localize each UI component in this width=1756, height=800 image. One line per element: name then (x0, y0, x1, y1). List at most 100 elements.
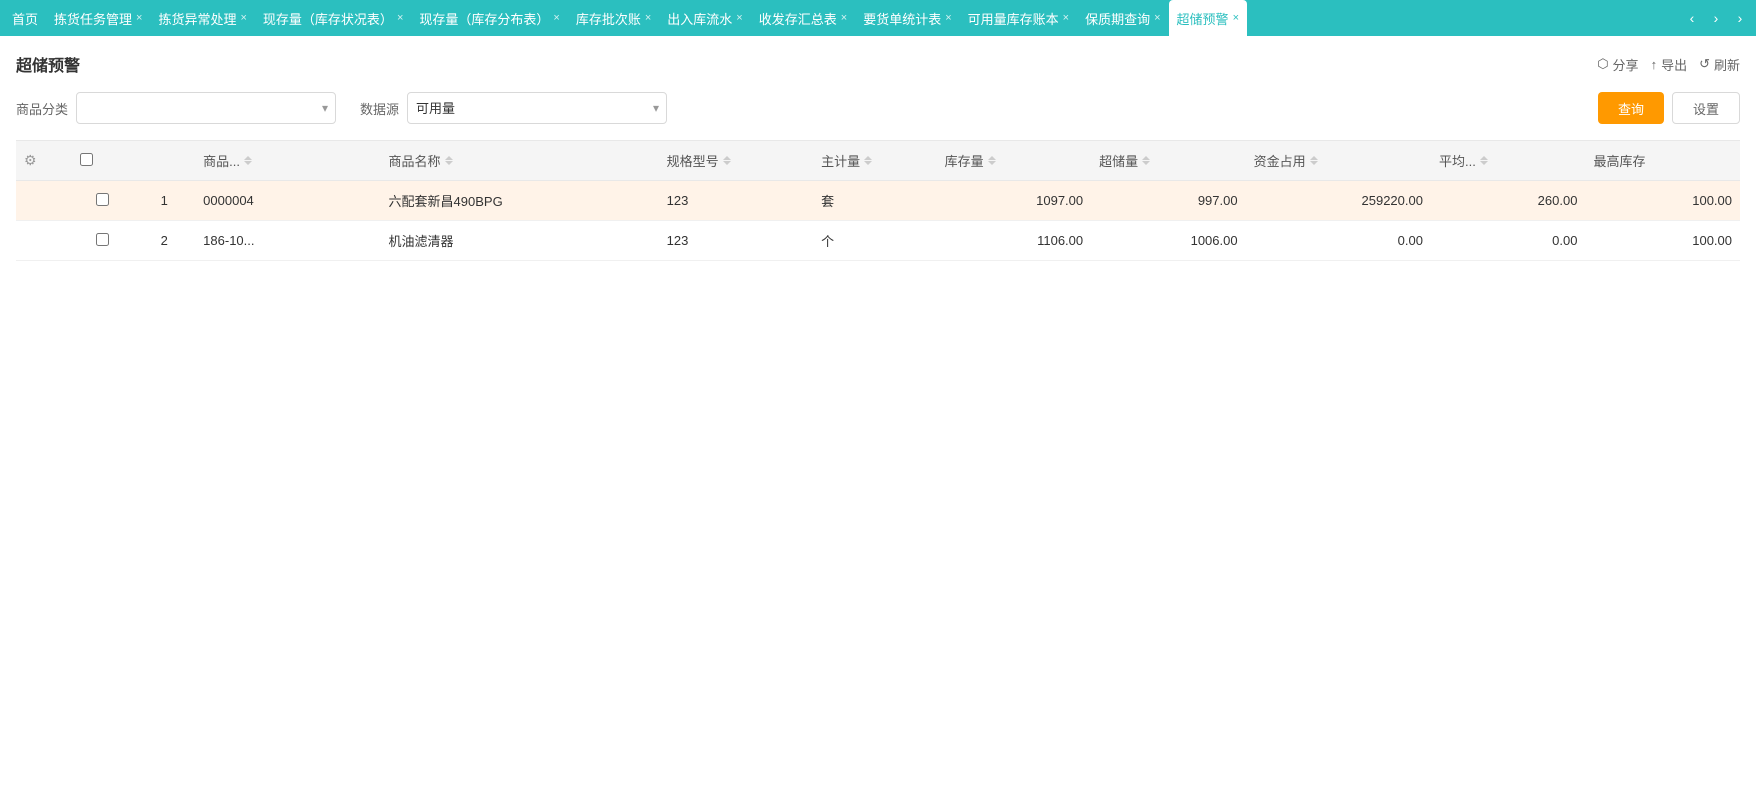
col-over-label: 超储量 (1099, 151, 1138, 170)
row-code: 0000004 (195, 181, 380, 221)
col-header-code[interactable]: 商品... (195, 141, 380, 181)
col-avg-sort-icon (1480, 156, 1488, 165)
datasource-filter-group: 数据源 可用量 ▾ (360, 92, 667, 124)
row-avg: 260.00 (1431, 181, 1585, 221)
row-avg: 0.00 (1431, 221, 1585, 261)
nav-batch[interactable]: 库存批次账 × (568, 0, 659, 36)
col-header-stock[interactable]: 库存量 (937, 141, 1091, 181)
nav-quality[interactable]: 保质期查询 × (1077, 0, 1168, 36)
col-unit-sort-icon (864, 156, 872, 165)
nav-overstock-label: 超储预警 (1177, 9, 1229, 28)
col-header-unit[interactable]: 主计量 (813, 141, 937, 181)
col-avg-label: 平均... (1439, 151, 1476, 170)
refresh-icon: ↺ (1699, 56, 1710, 72)
nav-order-stats-close[interactable]: × (945, 12, 951, 24)
nav-available[interactable]: 可用量库存账本 × (960, 0, 1077, 36)
col-spec-sort-icon (723, 156, 731, 165)
nav-inout[interactable]: 出入库流水 × (659, 0, 750, 36)
col-name-label: 商品名称 (389, 151, 441, 170)
header-actions: ⬡ 分享 ↑ 导出 ↺ 刷新 (1597, 55, 1740, 74)
nav-next-arrow[interactable]: › (1704, 0, 1728, 36)
nav-batch-close[interactable]: × (645, 12, 651, 24)
share-icon: ⬡ (1597, 56, 1608, 72)
nav-stock-dist-close[interactable]: × (553, 12, 559, 24)
nav-batch-label: 库存批次账 (576, 9, 641, 28)
nav-prev-arrow[interactable]: ‹ (1680, 0, 1704, 36)
col-capital-label: 资金占用 (1254, 151, 1306, 170)
nav-available-label: 可用量库存账本 (968, 9, 1059, 28)
datasource-filter-label: 数据源 (360, 99, 399, 118)
table-header-row: ⚙ 商品... 商品名称 (16, 141, 1740, 181)
category-filter-label: 商品分类 (16, 99, 68, 118)
col-stock-sort-icon (988, 156, 996, 165)
col-code-sort-icon (244, 156, 252, 165)
row-capital: 0.00 (1246, 221, 1431, 261)
nav-order-stats[interactable]: 要货单统计表 × (855, 0, 959, 36)
nav-inout-label: 出入库流水 (667, 9, 732, 28)
filter-actions: 查询 设置 (1598, 92, 1740, 124)
nav-exception[interactable]: 拣货异常处理 × (150, 0, 254, 36)
col-header-over[interactable]: 超储量 (1091, 141, 1245, 181)
nav-stock-dist[interactable]: 现存量（库存分布表） × (411, 0, 567, 36)
nav-stock-status[interactable]: 现存量（库存状况表） × (255, 0, 411, 36)
col-header-avg[interactable]: 平均... (1431, 141, 1585, 181)
row-setting-cell (16, 181, 72, 221)
select-all-checkbox[interactable] (80, 153, 93, 166)
share-button[interactable]: ⬡ 分享 (1597, 55, 1638, 74)
datasource-select[interactable]: 可用量 (407, 92, 667, 124)
nav-overstock[interactable]: 超储预警 × (1169, 0, 1247, 36)
col-header-name[interactable]: 商品名称 (381, 141, 659, 181)
row-stock: 1097.00 (937, 181, 1091, 221)
nav-task-mgmt[interactable]: 拣货任务管理 × (46, 0, 150, 36)
row-setting-cell (16, 221, 72, 261)
col-header-checkbox (72, 141, 134, 181)
row-over: 997.00 (1091, 181, 1245, 221)
col-header-num (133, 141, 195, 181)
col-header-spec[interactable]: 规格型号 (659, 141, 813, 181)
row-code: 186-10... (195, 221, 380, 261)
col-spec-label: 规格型号 (667, 151, 719, 170)
settings-button[interactable]: 设置 (1672, 92, 1740, 124)
col-header-setting: ⚙ (16, 141, 72, 181)
settings-gear-icon[interactable]: ⚙ (24, 152, 37, 168)
nav-stock-status-close[interactable]: × (397, 12, 403, 24)
nav-inout-close[interactable]: × (736, 12, 742, 24)
nav-task-mgmt-close[interactable]: × (136, 12, 142, 24)
col-header-maxstock[interactable]: 最高库存 (1585, 141, 1740, 181)
row-name: 机油滤清器 (381, 221, 659, 261)
row-spec: 123 (659, 181, 813, 221)
nav-stock-status-label: 现存量（库存状况表） (263, 9, 393, 28)
nav-quality-label: 保质期查询 (1085, 9, 1150, 28)
row-stock: 1106.00 (937, 221, 1091, 261)
nav-overstock-close[interactable]: × (1233, 12, 1239, 24)
nav-quality-close[interactable]: × (1154, 12, 1160, 24)
row-over: 1006.00 (1091, 221, 1245, 261)
refresh-button[interactable]: ↺ 刷新 (1699, 55, 1740, 74)
nav-available-close[interactable]: × (1063, 12, 1069, 24)
filter-row: 商品分类 ▾ 数据源 可用量 ▾ 查询 设置 (16, 92, 1740, 124)
row-unit: 套 (813, 181, 937, 221)
category-select[interactable] (76, 92, 336, 124)
category-filter-group: 商品分类 ▾ (16, 92, 336, 124)
table-row: 1 0000004 六配套新昌490BPG 123 套 1097.00 997.… (16, 181, 1740, 221)
col-header-capital[interactable]: 资金占用 (1246, 141, 1431, 181)
export-button[interactable]: ↑ 导出 (1651, 55, 1688, 74)
row-checkbox[interactable] (96, 193, 109, 206)
col-capital-sort-icon (1310, 156, 1318, 165)
row-name: 六配套新昌490BPG (381, 181, 659, 221)
col-over-sort-icon (1142, 156, 1150, 165)
page-content: 超储预警 ⬡ 分享 ↑ 导出 ↺ 刷新 商品分类 ▾ (0, 36, 1756, 800)
nav-summary[interactable]: 收发存汇总表 × (751, 0, 855, 36)
nav-summary-close[interactable]: × (841, 12, 847, 24)
query-button[interactable]: 查询 (1598, 92, 1664, 124)
row-spec: 123 (659, 221, 813, 261)
row-checkbox[interactable] (96, 233, 109, 246)
nav-more-arrow[interactable]: › (1728, 0, 1752, 36)
nav-exception-close[interactable]: × (240, 12, 246, 24)
col-unit-label: 主计量 (821, 151, 860, 170)
nav-home[interactable]: 首页 (4, 0, 46, 36)
share-label: 分享 (1613, 55, 1639, 74)
refresh-label: 刷新 (1714, 55, 1740, 74)
col-stock-label: 库存量 (945, 151, 984, 170)
top-navigation: 首页 拣货任务管理 × 拣货异常处理 × 现存量（库存状况表） × 现存量（库存… (0, 0, 1756, 36)
